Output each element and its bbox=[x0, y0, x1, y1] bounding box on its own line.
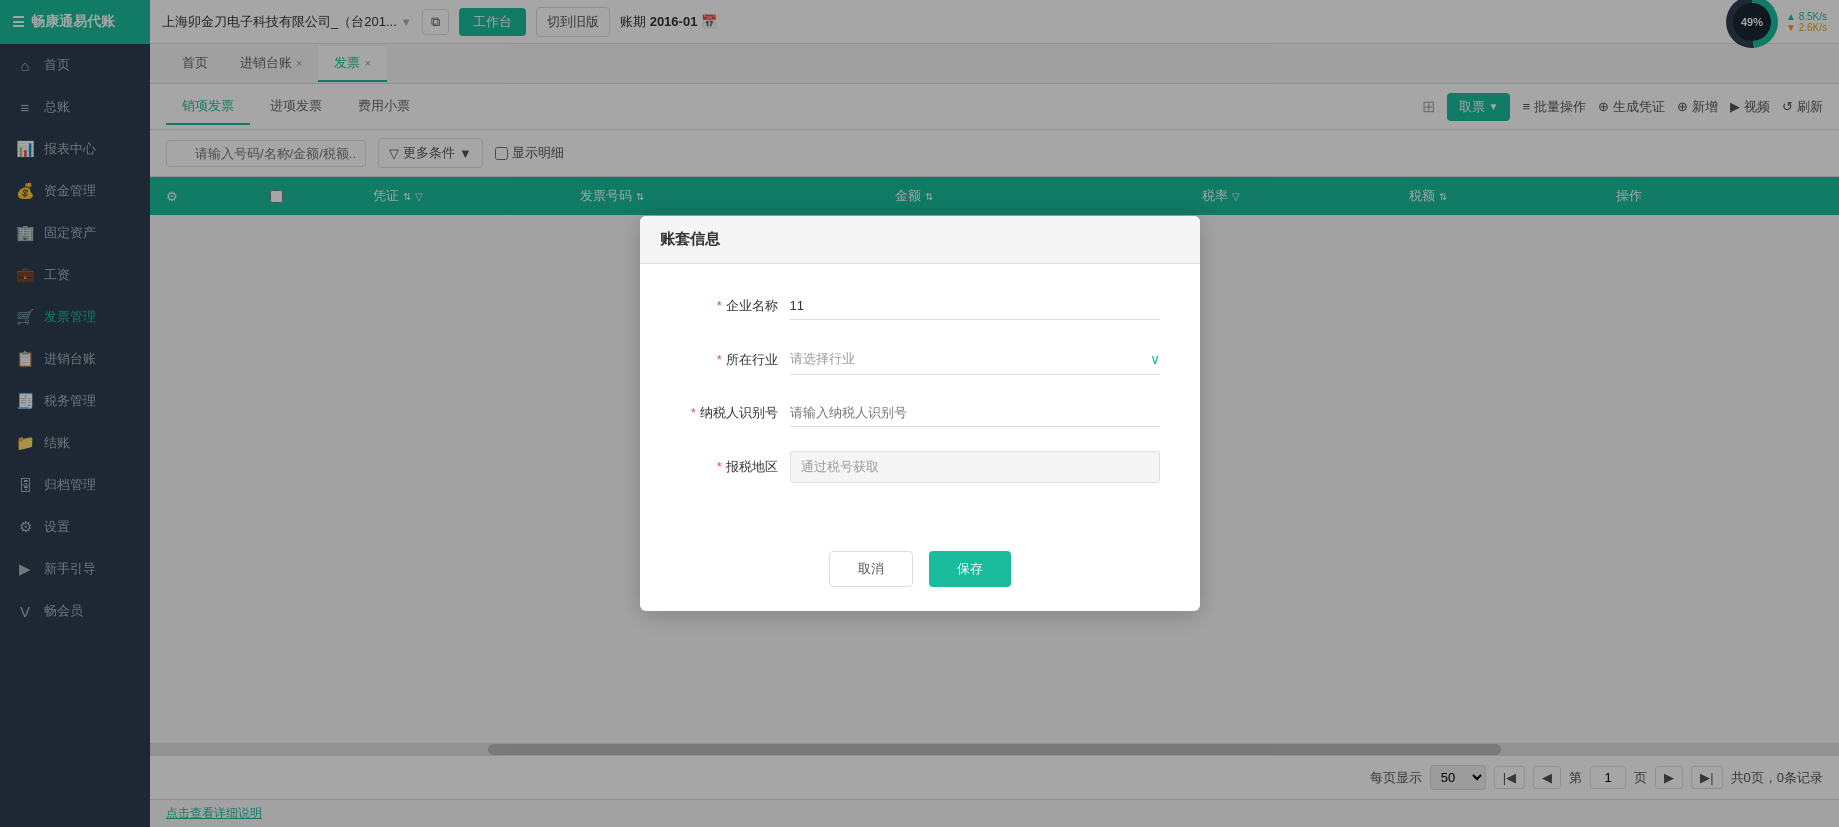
modal-body: * 企业名称 * 所在行业 请选择行业 ∨ * bbox=[640, 264, 1200, 535]
modal-overlay: 账套信息 * 企业名称 * 所在行业 请选择行业 ∨ bbox=[0, 0, 1839, 827]
tax-region-disabled: 通过税号获取 bbox=[790, 451, 1160, 483]
company-name-input[interactable] bbox=[790, 292, 1160, 320]
industry-label: * 所在行业 bbox=[680, 351, 790, 369]
form-row-tax-region: * 报税地区 通过税号获取 bbox=[680, 451, 1160, 483]
tax-id-input[interactable] bbox=[790, 399, 1160, 427]
modal-title: 账套信息 bbox=[640, 216, 1200, 264]
tax-region-label: * 报税地区 bbox=[680, 458, 790, 476]
form-row-tax-id: * 纳税人识别号 bbox=[680, 399, 1160, 427]
company-name-label: * 企业名称 bbox=[680, 297, 790, 315]
account-info-modal: 账套信息 * 企业名称 * 所在行业 请选择行业 ∨ bbox=[640, 216, 1200, 611]
industry-chevron-icon: ∨ bbox=[1150, 351, 1160, 367]
tax-id-label: * 纳税人识别号 bbox=[680, 404, 790, 422]
form-row-company: * 企业名称 bbox=[680, 292, 1160, 320]
save-button[interactable]: 保存 bbox=[929, 551, 1011, 587]
industry-select[interactable]: 请选择行业 ∨ bbox=[790, 344, 1160, 375]
cancel-button[interactable]: 取消 bbox=[829, 551, 913, 587]
modal-footer: 取消 保存 bbox=[640, 535, 1200, 611]
form-row-industry: * 所在行业 请选择行业 ∨ bbox=[680, 344, 1160, 375]
